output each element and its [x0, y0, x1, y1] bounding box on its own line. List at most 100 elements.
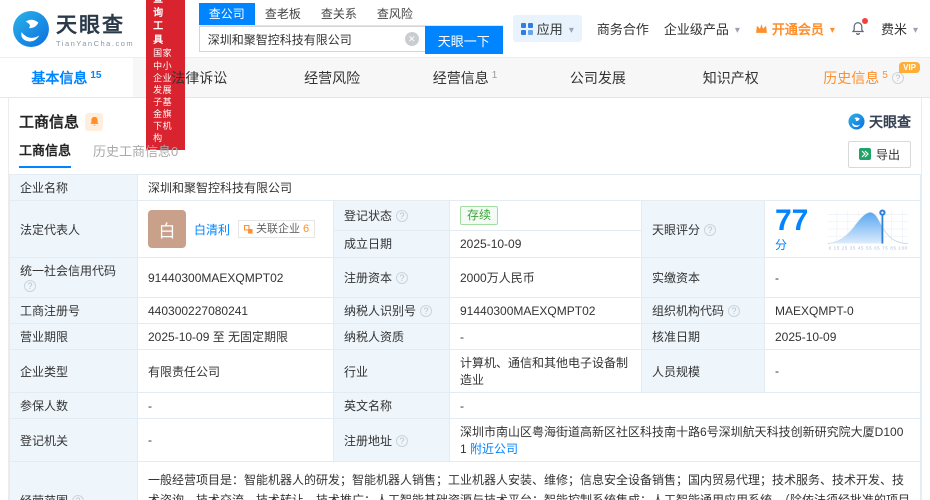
subtab-business-info[interactable]: 工商信息 — [19, 140, 72, 168]
search-tab-relation[interactable]: 查关系 — [311, 3, 367, 25]
apps-grid-icon — [520, 22, 533, 35]
field-label: 组织机构代码 — [641, 297, 765, 324]
tab-basic-info[interactable]: 基本信息 15 — [0, 58, 133, 97]
table-row: 企业名称 深圳和聚智控科技有限公司 — [9, 174, 921, 201]
field-label: 工商注册号 — [9, 297, 138, 324]
question-icon[interactable] — [420, 305, 433, 317]
top-header: 天眼查 TianYanCha.com 都在用的商业查询工具 国家中小企业发展子基… — [0, 0, 930, 150]
field-label: 英文名称 — [333, 392, 450, 419]
question-icon[interactable] — [728, 305, 741, 317]
tab-operation-risk[interactable]: 经营风险 — [266, 58, 399, 97]
notification-dot — [861, 17, 868, 24]
field-label: 纳税人资质 — [333, 323, 450, 350]
subtab-history-business-info[interactable]: 历史工商信息0 — [93, 141, 178, 167]
legal-rep-avatar[interactable]: 白 — [148, 210, 186, 248]
field-label: 营业期限 — [9, 323, 138, 350]
table-row: 法定代表人 白 白清利 关联企业 6 登记状态? 存续 天眼评分? 77分 0 … — [9, 200, 921, 258]
field-label: 经营范围 — [9, 460, 138, 500]
search-tabs: 查公司 查老板 查关系 查风险 — [198, 3, 503, 26]
company-name-value: 深圳和聚智控科技有限公司 — [137, 174, 921, 201]
search-tab-boss[interactable]: 查老板 — [255, 3, 311, 25]
score-distribution-chart: 0 15 25 35 45 55 65 75 85 100 — [828, 209, 909, 250]
page-tabs: 基本信息 15 法律诉讼 经营风险 经营信息 1 公司发展 知识产权 VIP 历… — [0, 58, 930, 98]
tianyancha-logo-icon — [13, 10, 49, 47]
table-row: 经营范围 一般经营项目是：智能机器人的研发；智能机器人销售；工业机器人安装、维修… — [9, 460, 921, 500]
field-label: 注册资本 — [333, 257, 450, 298]
caret-down-icon — [733, 21, 740, 36]
tab-legal-proceedings[interactable]: 法律诉讼 — [133, 58, 266, 97]
tab-operation-info[interactable]: 经营信息 1 — [399, 58, 532, 97]
field-label: 登记状态 — [333, 200, 450, 231]
table-row: 工商注册号 440300227080241 纳税人识别号 91440300MAE… — [9, 297, 921, 324]
field-label: 实缴资本 — [641, 257, 765, 298]
field-label: 行业 — [333, 349, 450, 393]
tianyan-score: 77分 0 15 25 35 45 55 65 75 85 100 — [775, 205, 910, 253]
field-label: 法定代表人 — [9, 200, 138, 258]
watermark-logo: 天眼查 — [848, 112, 911, 132]
nav-user[interactable]: 费米 — [881, 19, 918, 38]
field-label: 核准日期 — [641, 323, 765, 350]
field-label: 参保人数 — [9, 392, 138, 419]
content-container: 工商信息 天眼查 工商信息 历史工商信息0 导出 企业名称 深圳和聚智控科技有限… — [8, 98, 922, 500]
question-icon[interactable] — [396, 272, 409, 284]
business-info-table: 企业名称 深圳和聚智控科技有限公司 法定代表人 白 白清利 关联企业 6 登记状… — [9, 174, 921, 500]
related-companies-badge[interactable]: 关联企业 6 — [238, 220, 316, 238]
excel-icon — [858, 148, 871, 160]
search-block: 查公司 查老板 查关系 查风险 天眼一下 — [198, 3, 503, 54]
section-title: 工商信息 — [19, 111, 104, 132]
question-icon[interactable] — [891, 71, 904, 84]
field-label: 纳税人识别号 — [333, 297, 450, 324]
registered-address: 深圳市南山区粤海街道高新区社区科技南十路6号深圳航天科技创新研究院大厦D1001 — [460, 425, 904, 456]
field-label: 注册地址 — [333, 418, 450, 462]
score-axis-labels: 0 15 25 35 45 55 65 75 85 100 — [829, 245, 908, 250]
clear-icon[interactable] — [404, 32, 419, 46]
table-row: 企业类型 有限责任公司 行业 计算机、通信和其他电子设备制造业 人员规模 - — [9, 349, 921, 393]
search-tab-company[interactable]: 查公司 — [198, 3, 255, 25]
top-nav: 应用 商务合作 企业级产品 开通会员 费米 — [512, 15, 918, 42]
legal-rep-name-link[interactable]: 白清利 — [194, 221, 230, 238]
subscribe-bell-icon[interactable] — [85, 112, 104, 131]
nearby-companies-link[interactable]: 附近公司 — [470, 442, 518, 456]
field-label: 人员规模 — [641, 349, 765, 393]
nav-vip-upgrade[interactable]: 开通会员 — [755, 19, 835, 38]
search-input[interactable] — [198, 26, 425, 52]
business-scope-text: 一般经营项目是：智能机器人的研发；智能机器人销售；工业机器人安装、维修；信息安全… — [137, 460, 921, 500]
status-badge: 存续 — [460, 205, 499, 225]
tianyancha-logo-icon — [848, 113, 865, 130]
search-button[interactable]: 天眼一下 — [424, 26, 503, 54]
caret-down-icon — [828, 21, 835, 36]
table-row: 统一社会信用代码 91440300MAEXQMPT02 注册资本 2000万人民… — [9, 257, 921, 298]
brand-name: 天眼查 — [56, 14, 125, 37]
table-row: 营业期限 2025-10-09 至 无固定期限 纳税人资质 - 核准日期 202… — [9, 323, 921, 350]
caret-down-icon — [567, 21, 574, 36]
score-value: 77 — [775, 203, 809, 237]
nav-apps[interactable]: 应用 — [512, 15, 582, 42]
table-row: 登记机关 - 注册地址 深圳市南山区粤海街道高新区社区科技南十路6号深圳航天科技… — [9, 418, 921, 462]
question-icon[interactable] — [72, 495, 85, 500]
export-button[interactable]: 导出 — [847, 140, 911, 168]
field-label: 统一社会信用代码 — [9, 257, 138, 298]
tab-history-info[interactable]: VIP 历史信息 5 — [797, 58, 930, 97]
field-label: 天眼评分 — [641, 200, 765, 258]
crown-icon — [755, 24, 767, 33]
question-icon[interactable] — [396, 209, 409, 222]
tianyancha-logo[interactable]: 天眼查 TianYanCha.com — [12, 9, 134, 48]
brand-domain: TianYanCha.com — [56, 39, 135, 48]
nav-enterprise[interactable]: 企业级产品 — [664, 19, 740, 38]
field-label: 企业类型 — [9, 349, 138, 393]
field-label: 企业名称 — [9, 174, 138, 201]
nav-cooperation[interactable]: 商务合作 — [597, 19, 649, 38]
question-icon[interactable] — [704, 223, 717, 236]
caret-down-icon — [911, 21, 918, 36]
field-label: 成立日期 — [333, 229, 450, 259]
question-icon[interactable] — [396, 434, 409, 447]
question-icon[interactable] — [24, 280, 36, 292]
vip-badge: VIP — [899, 62, 921, 73]
notifications-bell[interactable] — [850, 17, 868, 37]
tab-company-development[interactable]: 公司发展 — [531, 58, 664, 97]
field-label: 登记机关 — [9, 418, 138, 462]
search-tab-risk[interactable]: 查风险 — [367, 3, 423, 25]
table-row: 参保人数 - 英文名称 - — [9, 392, 921, 419]
relation-icon — [244, 224, 253, 234]
tab-intellectual-property[interactable]: 知识产权 — [664, 58, 797, 97]
